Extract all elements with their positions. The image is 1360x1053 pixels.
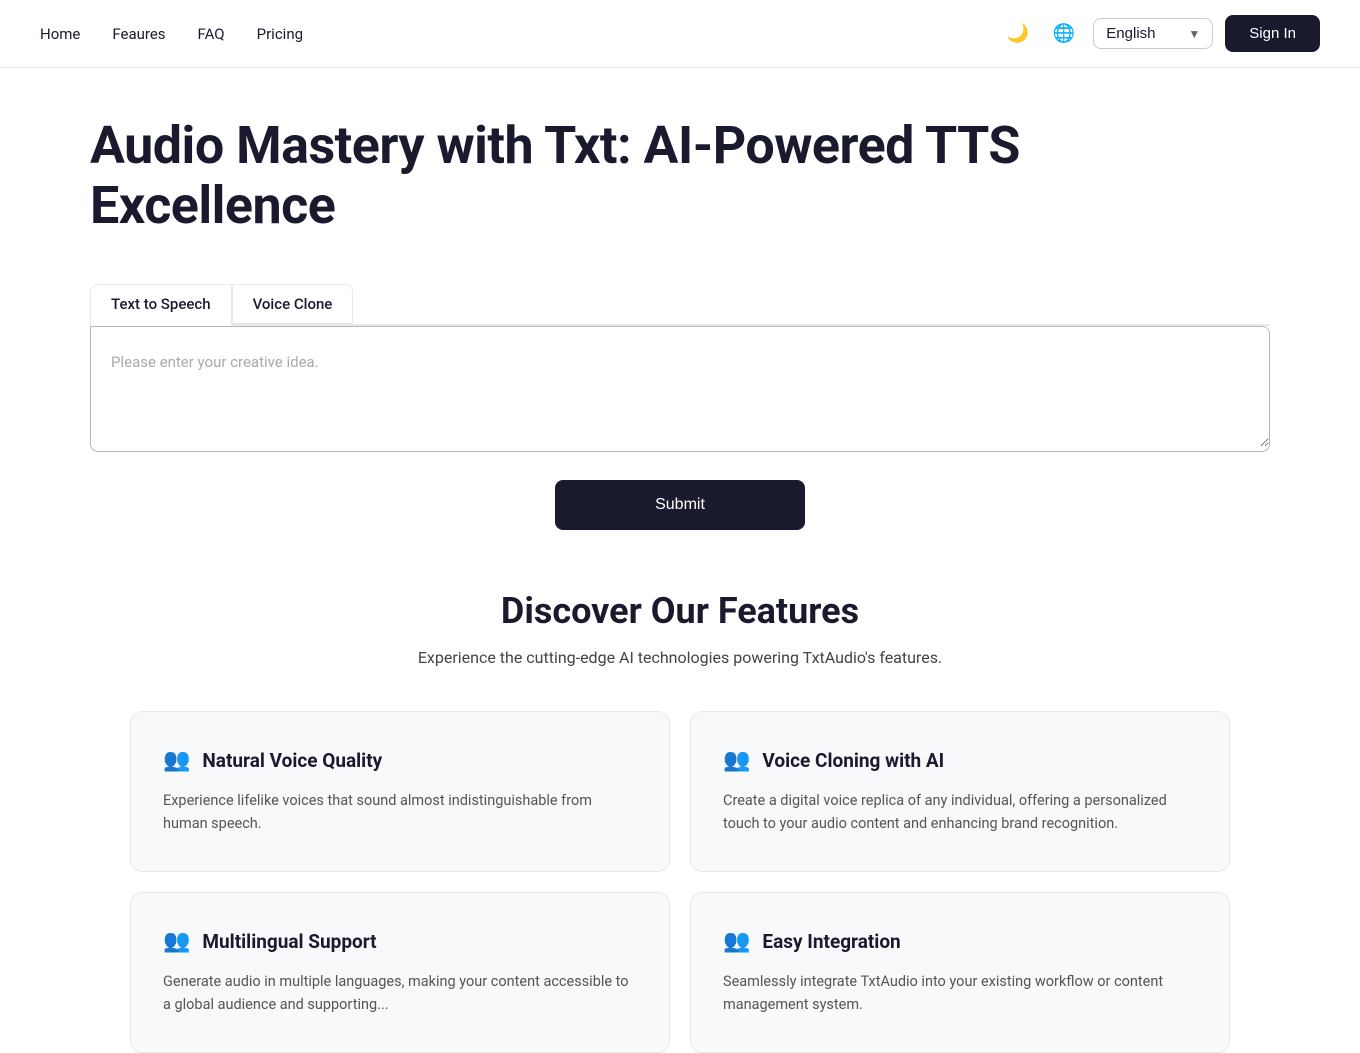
features-subtitle: Experience the cutting-edge AI technolog…: [130, 648, 1230, 667]
submit-button[interactable]: Submit: [555, 480, 805, 530]
tab-text-to-speech[interactable]: Text to Speech: [90, 284, 232, 326]
feature-card-header: 👥 Natural Voice Quality: [163, 748, 637, 773]
creative-idea-input[interactable]: [91, 327, 1269, 447]
features-grid: 👥 Natural Voice Quality Experience lifel…: [130, 711, 1230, 1053]
language-selector[interactable]: English Spanish French German Chinese Ja…: [1093, 18, 1213, 49]
feature-card-header: 👥 Voice Cloning with AI: [723, 748, 1197, 773]
nav-faq[interactable]: FAQ: [198, 25, 225, 43]
multilingual-icon: 👥: [163, 929, 190, 954]
nav-pricing[interactable]: Pricing: [257, 25, 303, 43]
nav-right: 🌙 🌐 English Spanish French German Chines…: [1000, 15, 1320, 52]
feature-desc-natural-voice: Experience lifelike voices that sound al…: [163, 789, 637, 835]
feature-title-voice-cloning: Voice Cloning with AI: [762, 749, 944, 772]
feature-card-easy-integration: 👥 Easy Integration Seamlessly integrate …: [690, 892, 1230, 1053]
feature-card-header: 👥 Multilingual Support: [163, 929, 637, 954]
nav-features[interactable]: Feaures: [112, 25, 165, 43]
translate-button[interactable]: 🌐: [1047, 17, 1081, 50]
feature-card-natural-voice: 👥 Natural Voice Quality Experience lifel…: [130, 711, 670, 872]
voice-cloning-icon: 👥: [723, 748, 750, 773]
language-select[interactable]: English Spanish French German Chinese Ja…: [1106, 25, 1180, 42]
feature-title-easy-integration: Easy Integration: [762, 930, 900, 953]
features-section: Discover Our Features Experience the cut…: [90, 590, 1270, 1053]
feature-desc-multilingual: Generate audio in multiple languages, ma…: [163, 970, 637, 1016]
feature-title-natural-voice: Natural Voice Quality: [202, 749, 382, 772]
navbar: Home Feaures FAQ Pricing 🌙 🌐 English Spa…: [0, 0, 1360, 68]
feature-card-header: 👥 Easy Integration: [723, 929, 1197, 954]
hero-title: Audio Mastery with Txt: AI-Powered TTS E…: [90, 116, 1270, 236]
submit-wrapper: Submit: [90, 480, 1270, 530]
translate-icon: 🌐: [1053, 23, 1075, 44]
chevron-down-icon: ▼: [1188, 27, 1200, 41]
feature-card-voice-cloning: 👥 Voice Cloning with AI Create a digital…: [690, 711, 1230, 872]
dark-mode-toggle[interactable]: 🌙: [1000, 17, 1034, 50]
feature-card-multilingual: 👥 Multilingual Support Generate audio in…: [130, 892, 670, 1053]
moon-icon: 🌙: [1006, 23, 1028, 44]
features-title: Discover Our Features: [130, 590, 1230, 632]
easy-integration-icon: 👥: [723, 929, 750, 954]
nav-home[interactable]: Home: [40, 25, 80, 43]
main-content: Audio Mastery with Txt: AI-Powered TTS E…: [0, 68, 1360, 1053]
natural-voice-icon: 👥: [163, 748, 190, 773]
tab-voice-clone[interactable]: Voice Clone: [232, 284, 354, 324]
sign-in-button[interactable]: Sign In: [1225, 15, 1320, 52]
tab-group: Text to Speech Voice Clone: [90, 284, 1270, 326]
feature-desc-voice-cloning: Create a digital voice replica of any in…: [723, 789, 1197, 835]
feature-desc-easy-integration: Seamlessly integrate TxtAudio into your …: [723, 970, 1197, 1016]
text-input-container: [90, 326, 1270, 452]
feature-title-multilingual: Multilingual Support: [202, 930, 376, 953]
nav-links: Home Feaures FAQ Pricing: [40, 25, 303, 43]
